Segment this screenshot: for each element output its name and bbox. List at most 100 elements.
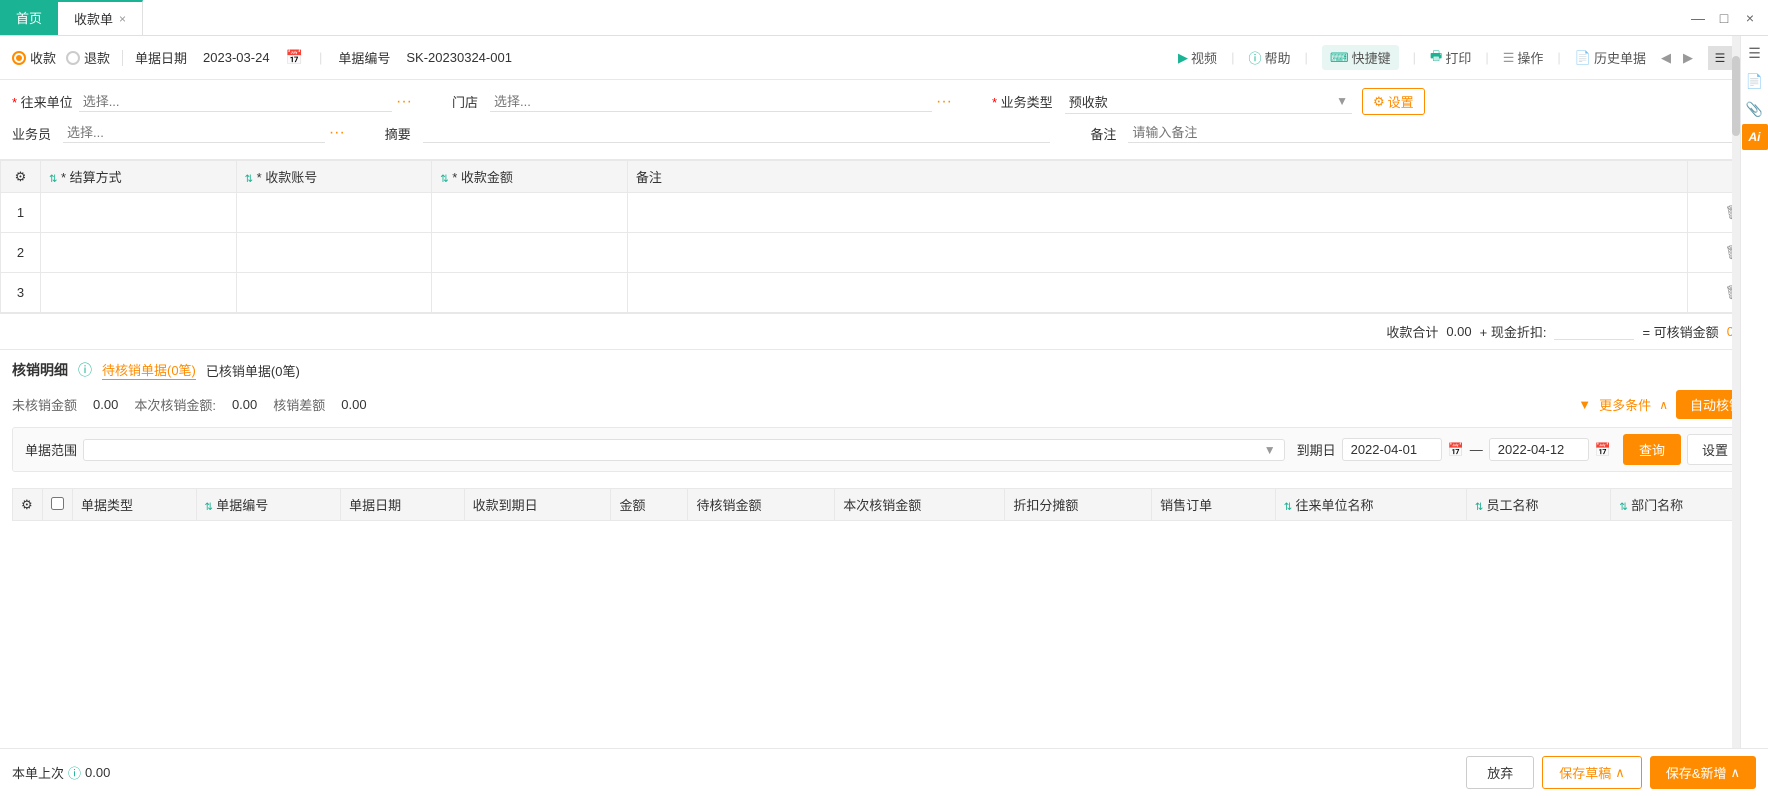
due-date-to-input[interactable] — [1489, 438, 1589, 461]
row2-amount[interactable] — [432, 233, 628, 273]
date-calendar1-icon[interactable]: 📅 — [1448, 442, 1464, 458]
hx-th-gear[interactable]: ⚙ — [13, 489, 43, 521]
row1-amount[interactable] — [432, 193, 628, 233]
counterpart-label: 往来单位 — [12, 92, 73, 111]
settings-label: 设置 — [1388, 92, 1414, 111]
row2-account[interactable] — [236, 233, 432, 273]
list-view-btn[interactable]: ☰ — [1708, 46, 1732, 70]
bottom-value: 0.00 — [85, 765, 110, 780]
shop-ellipsis-icon[interactable]: ··· — [936, 93, 952, 111]
hx-doc-no-label: 单据编号 — [216, 498, 268, 513]
counterpart-ellipsis-icon[interactable]: ··· — [396, 93, 412, 111]
help-button[interactable]: ⓘ 帮助 — [1248, 48, 1290, 67]
sidebar-attach-icon[interactable]: 📎 — [1742, 96, 1768, 122]
th-amount: ⇅ * 收款金额 — [432, 161, 628, 193]
result-label: = 可核销金额 — [1642, 322, 1718, 341]
hx-th-checkbox[interactable] — [43, 489, 73, 521]
minimize-button[interactable]: — — [1688, 8, 1708, 28]
remark-field: 备注 — [1090, 123, 1756, 143]
save-new-button[interactable]: 保存&新增 ∧ — [1650, 756, 1756, 789]
doc-range-field: 单据范围 ▼ — [25, 439, 1285, 461]
memo-input[interactable] — [423, 123, 1051, 143]
date-range-sep: — — [1470, 442, 1483, 457]
hx-tab-done[interactable]: 已核销单据(0笔) — [206, 361, 300, 380]
tab-close-icon[interactable]: × — [119, 12, 126, 26]
shortcut-button[interactable]: ⌨ 快捷键 — [1322, 45, 1399, 70]
video-icon: ▶ — [1178, 50, 1188, 66]
row2-remark[interactable] — [627, 233, 1687, 273]
discount-input[interactable] — [1554, 324, 1634, 340]
row3-remark[interactable] — [627, 273, 1687, 313]
radio-receipt[interactable]: 收款 — [12, 48, 56, 67]
biz-type-field: 业务类型 预收款 ▼ — [992, 90, 1352, 114]
nav-arrows: ◀ ▶ — [1656, 48, 1698, 68]
abandon-button[interactable]: 放弃 — [1466, 756, 1534, 789]
radio-refund[interactable]: 退款 — [66, 48, 110, 67]
hx-select-all-checkbox[interactable] — [51, 497, 64, 510]
row2-settle[interactable] — [41, 233, 237, 273]
row1-account[interactable] — [236, 193, 432, 233]
more-conditions-label[interactable]: 更多条件 — [1599, 395, 1651, 414]
row3-account[interactable] — [236, 273, 432, 313]
biz-type-select[interactable]: 预收款 ▼ — [1065, 90, 1352, 114]
close-button[interactable]: × — [1740, 8, 1760, 28]
more-conditions-arrow: ∧ — [1659, 398, 1668, 412]
hx-doc-date-label: 单据日期 — [349, 498, 401, 513]
print-icon: 🖶 — [1430, 47, 1442, 69]
prev-arrow[interactable]: ◀ — [1656, 48, 1676, 68]
hx-gear-icon: ⚙ — [21, 497, 33, 512]
detail-table: ⚙ ⇅ * 结算方式 ⇅ * 收款账号 ⇅ * 收款金额 — [0, 160, 1768, 313]
hx-tab-pending[interactable]: 待核销单据(0笔) — [102, 360, 196, 380]
receipt-refund-radio: 收款 退款 — [12, 48, 110, 67]
remark-input[interactable] — [1128, 123, 1756, 143]
radio-refund-label: 退款 — [84, 48, 110, 67]
table-header-row: ⚙ ⇅ * 结算方式 ⇅ * 收款账号 ⇅ * 收款金额 — [1, 161, 1768, 193]
hx-info-icon[interactable]: ⓘ — [78, 360, 92, 380]
diff-value: 0.00 — [341, 397, 366, 412]
date-calendar-icon[interactable]: 📅 — [286, 49, 303, 66]
maximize-button[interactable]: □ — [1714, 8, 1734, 28]
save-draft-button[interactable]: 保存草稿 ∧ — [1542, 756, 1642, 789]
ops-label: 操作 — [1517, 48, 1543, 67]
ops-button[interactable]: ☰ 操作 — [1503, 48, 1544, 67]
form-row-1: 往来单位 ··· 门店 ··· 业务类型 预收款 ▼ — [12, 88, 1756, 115]
divider-4: | — [1304, 50, 1307, 65]
doc-range-select[interactable]: ▼ — [83, 439, 1285, 461]
due-date-from-input[interactable] — [1342, 438, 1442, 461]
sidebar-doc-icon[interactable]: 📄 — [1742, 68, 1768, 94]
print-button[interactable]: 🖶 打印 — [1430, 47, 1471, 69]
row1-settle[interactable] — [41, 193, 237, 233]
form-settings-button[interactable]: ⚙ 设置 — [1362, 88, 1425, 115]
hx-th-sales-order: 销售订单 — [1152, 489, 1276, 521]
th-gear[interactable]: ⚙ — [1, 161, 41, 193]
hx-th-doc-date: 单据日期 — [341, 489, 465, 521]
hx-discount-label: 折扣分摊额 — [1013, 498, 1078, 513]
date-calendar2-icon[interactable]: 📅 — [1595, 442, 1611, 458]
hx-section: 核销明细 ⓘ 待核销单据(0笔) 已核销单据(0笔) 未核销金额 0.00 本次… — [0, 350, 1768, 748]
tab-home[interactable]: 首页 — [0, 0, 58, 35]
hx-pending-label: 待核销金额 — [696, 498, 761, 513]
tab-receipt[interactable]: 收款单 × — [58, 0, 143, 35]
staff-input[interactable] — [63, 123, 325, 143]
query-button[interactable]: 查询 — [1623, 434, 1681, 465]
row3-amount[interactable] — [432, 273, 628, 313]
tab-home-label: 首页 — [16, 8, 42, 27]
row1-remark[interactable] — [627, 193, 1687, 233]
shop-input[interactable] — [490, 92, 932, 112]
staff-ellipsis-icon[interactable]: ··· — [329, 124, 345, 142]
row1-no: 1 — [1, 193, 41, 233]
scrollbar[interactable] — [1732, 36, 1740, 748]
hx-th-amount: 金额 — [611, 489, 688, 521]
sidebar-table-icon[interactable]: ☰ — [1742, 40, 1768, 66]
hx-th-due-date: 收款到期日 — [464, 489, 611, 521]
next-arrow[interactable]: ▶ — [1678, 48, 1698, 68]
video-button[interactable]: ▶ 视频 — [1178, 48, 1217, 67]
history-button[interactable]: 📄 历史单据 — [1575, 48, 1646, 67]
counterpart-input[interactable] — [79, 92, 392, 112]
sidebar-ai-icon[interactable]: Ai — [1742, 124, 1768, 150]
hx-counterpart-label: 往来单位名称 — [1295, 498, 1373, 513]
row3-settle[interactable] — [41, 273, 237, 313]
hx-table-wrap: ⚙ 单据类型 ⇅ 单据编号 — [0, 488, 1768, 748]
this-hx-label: 本次核销金额: — [134, 395, 216, 414]
scroll-thumb[interactable] — [1732, 56, 1740, 136]
